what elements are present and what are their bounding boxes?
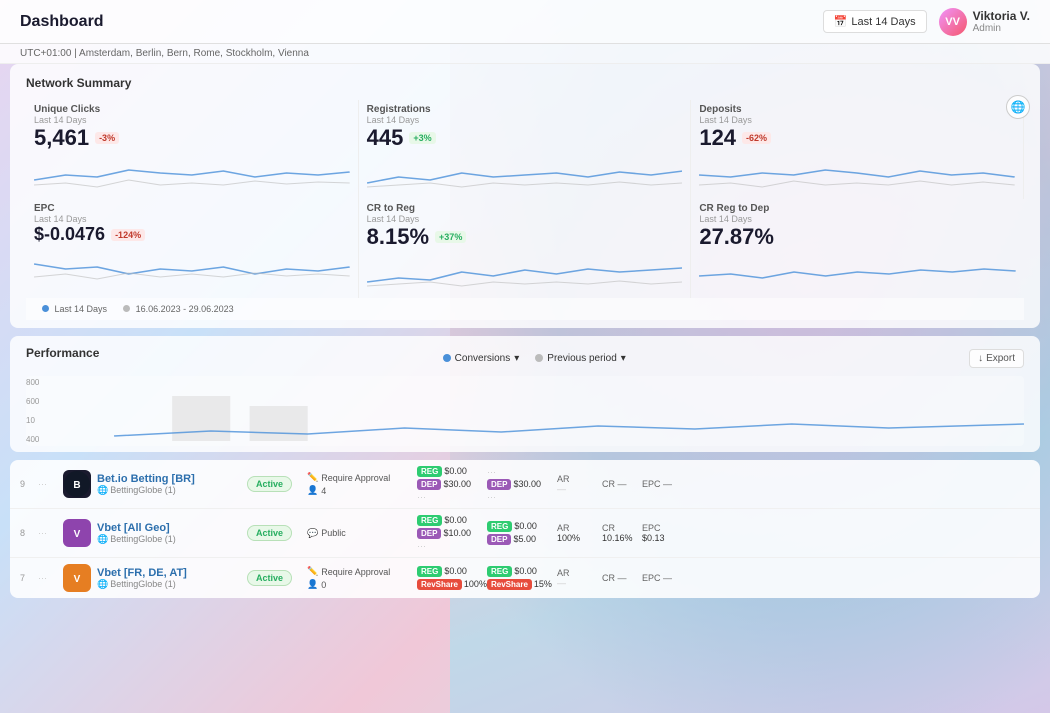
legend-item-1: Last 14 Days: [42, 304, 107, 314]
svg-text:B: B: [73, 480, 80, 491]
status-badge-1: Active: [247, 528, 307, 539]
metric-deposits: Deposits Last 14 Days 124 -62%: [691, 100, 1024, 199]
cr-dep-chart: [699, 254, 1016, 294]
brand-name-0: Bet.io Betting [BR] 🌐 BettingGlobe (1): [97, 473, 247, 496]
table-section: 9 ··· B Bet.io Betting [BR] 🌐 BettingGlo…: [10, 460, 1040, 598]
metric-cr-reg: CR to Reg Last 14 Days 8.15% +37%: [359, 199, 692, 298]
approval-0: ✏️ Require Approval 👤 4: [307, 472, 417, 496]
row-num-1: 8: [20, 528, 38, 538]
chevron-down-icon-2: ▾: [621, 353, 626, 364]
metrics-grid: Unique Clicks Last 14 Days 5,461 -3% Reg…: [26, 100, 1024, 298]
brand-logo-0: B: [63, 470, 97, 498]
table-row: 8 ··· V Vbet [All Geo] 🌐 BettingGlobe (1…: [10, 509, 1040, 558]
epc-chart: [34, 249, 350, 289]
cr-2: CR —: [602, 573, 642, 583]
ar-1: AR 100%: [557, 523, 602, 543]
date-filter-label: Last 14 Days: [851, 16, 915, 28]
reg1-1: REG$0.00 DEP$10.00 ···: [417, 515, 487, 551]
dep1-2: REG$0.00 RevShare15%: [487, 566, 557, 590]
approval-1: 💬 Public: [307, 528, 417, 539]
export-button[interactable]: ↓ Export: [969, 349, 1024, 368]
user-profile[interactable]: VV Viktoria V. Admin: [939, 8, 1030, 36]
user-name: Viktoria V.: [973, 9, 1030, 23]
epc-0: EPC —: [642, 479, 697, 489]
brand-logo-1: V: [63, 519, 97, 547]
cr-reg-badge: +37%: [435, 231, 466, 243]
perf-header: Performance Conversions ▾ Previous perio…: [26, 346, 1024, 370]
perf-filters: Conversions ▾ Previous period ▾: [439, 351, 630, 366]
performance-title: Performance: [26, 346, 99, 360]
epc-1: EPC $0.13: [642, 523, 697, 543]
metric-registrations: Registrations Last 14 Days 445 +3%: [359, 100, 692, 199]
reg1-2: REG$0.00 RevShare100%: [417, 566, 487, 590]
brand-name-1: Vbet [All Geo] 🌐 BettingGlobe (1): [97, 522, 247, 545]
svg-text:V: V: [74, 574, 81, 585]
brand-logo-2: V: [63, 564, 97, 592]
row-rank: ···: [38, 479, 63, 489]
reg1-0: REG$0.00 DEP$30.00 ···: [417, 466, 487, 502]
clicks-badge: -3%: [95, 132, 119, 144]
brand-name-2: Vbet [FR, DE, AT] 🌐 BettingGlobe (1): [97, 567, 247, 590]
ar-2: AR —: [557, 568, 602, 588]
date-filter-button[interactable]: 📅 Last 14 Days: [823, 10, 927, 33]
avatar: VV: [939, 8, 967, 36]
svg-text:V: V: [74, 529, 81, 540]
epc-value: $-0.0476: [34, 224, 105, 245]
download-icon: ↓: [978, 353, 983, 364]
legend-dot-1: [42, 305, 49, 312]
dep-badge: -62%: [742, 132, 771, 144]
cr-reg-chart: [367, 254, 683, 294]
prev-dot: [535, 354, 543, 362]
timezone-text: UTC+01:00 | Amsterdam, Berlin, Bern, Rom…: [20, 48, 309, 59]
cr-0: CR —: [602, 479, 642, 489]
header: Dashboard 🌐 📅 Last 14 Days VV Viktoria V…: [0, 0, 1050, 44]
header-left: Dashboard: [20, 13, 104, 31]
metric-cr-dep: CR Reg to Dep Last 14 Days 27.87%: [691, 199, 1024, 298]
dep-value: 124: [699, 125, 736, 151]
conversions-filter[interactable]: Conversions ▾: [439, 351, 524, 366]
cr-dep-value: 27.87%: [699, 224, 774, 250]
page-title: Dashboard: [20, 13, 104, 31]
legend-item-2: 16.06.2023 - 29.06.2023: [123, 304, 234, 314]
cr-1: CR 10.16%: [602, 523, 642, 543]
timezone-bar: UTC+01:00 | Amsterdam, Berlin, Bern, Rom…: [0, 44, 1050, 64]
clicks-chart: [34, 155, 350, 195]
row-num: 9: [20, 479, 38, 489]
epc-badge: -124%: [111, 229, 145, 241]
reg-value: 445: [367, 125, 404, 151]
globe-icon[interactable]: 🌐: [1006, 95, 1030, 119]
network-summary-title: Network Summary: [26, 76, 1024, 90]
reg-chart: [367, 155, 683, 195]
prev-period-filter[interactable]: Previous period ▾: [531, 351, 630, 366]
header-right: 🌐 📅 Last 14 Days VV Viktoria V. Admin: [823, 8, 1030, 36]
y-axis-labels: 800 600 10 400: [26, 376, 39, 446]
calendar-icon: 📅: [834, 15, 848, 28]
metric-epc: EPC Last 14 Days $-0.0476 -124%: [26, 199, 359, 298]
legend-dot-2: [123, 305, 130, 312]
dep1-0: ··· DEP$30.00 ···: [487, 467, 557, 502]
dep-chart: [699, 155, 1015, 195]
dep1-1: REG$0.00 DEP$5.00: [487, 521, 557, 545]
status-badge-2: Active: [247, 573, 307, 584]
table-row: 7 ··· V Vbet [FR, DE, AT] 🌐 BettingGlobe…: [10, 558, 1040, 598]
metric-unique-clicks: Unique Clicks Last 14 Days 5,461 -3%: [26, 100, 359, 199]
table-row: 9 ··· B Bet.io Betting [BR] 🌐 BettingGlo…: [10, 460, 1040, 509]
approval-2: ✏️ Require Approval 👤 0: [307, 566, 417, 590]
epc-2: EPC —: [642, 573, 697, 583]
ar-0: AR —: [557, 474, 602, 494]
user-info: Viktoria V. Admin: [973, 9, 1030, 34]
user-role: Admin: [973, 23, 1030, 34]
chart-legend: Last 14 Days 16.06.2023 - 29.06.2023: [26, 298, 1024, 320]
status-badge-0: Active: [247, 479, 307, 490]
cr-reg-value: 8.15%: [367, 224, 429, 250]
reg-badge: +3%: [409, 132, 435, 144]
performance-chart: 800 600 10 400: [26, 376, 1024, 446]
network-summary: Network Summary Unique Clicks Last 14 Da…: [10, 64, 1040, 328]
chevron-down-icon: ▾: [514, 353, 519, 364]
clicks-value: 5,461: [34, 125, 89, 151]
performance-section: Performance Conversions ▾ Previous perio…: [10, 336, 1040, 452]
row-num-2: 7: [20, 573, 38, 583]
conv-dot: [443, 354, 451, 362]
